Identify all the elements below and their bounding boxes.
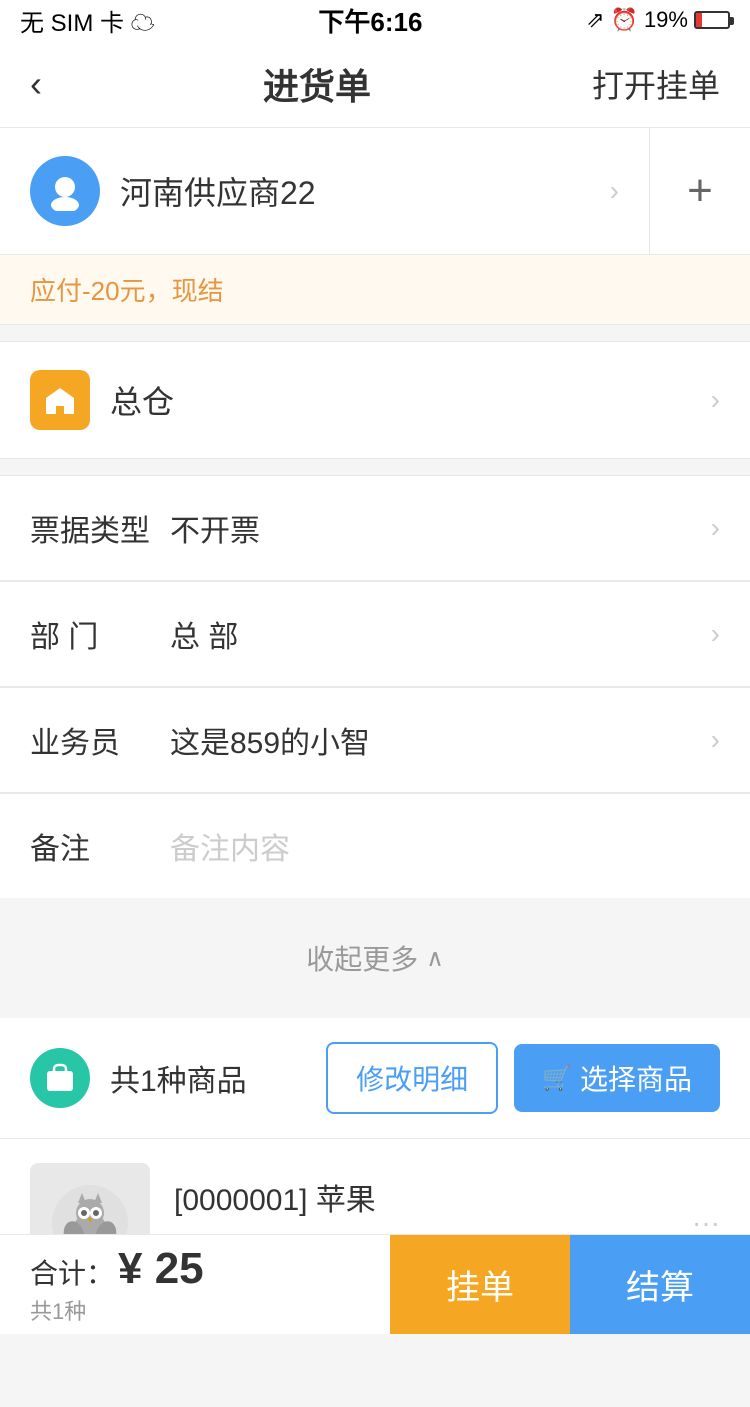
department-value: 总 部 <box>170 612 711 656</box>
status-right: ⇗ ⏰ 19% <box>586 7 730 33</box>
salesman-label: 业务员 <box>30 718 170 762</box>
status-time: 下午6:16 <box>318 2 422 39</box>
chevron-up-icon: ∧ <box>426 944 444 973</box>
remark-label: 备注 <box>30 824 170 868</box>
product-header: 共1种商品 修改明细 🛒 选择商品 <box>0 1018 750 1139</box>
chevron-right-icon: › <box>711 724 720 756</box>
collapse-button[interactable]: 收起更多 ∧ <box>0 914 750 1002</box>
remark-input[interactable]: 备注内容 <box>170 824 720 868</box>
chevron-right-icon: › <box>610 175 619 207</box>
warehouse-name: 总仓 <box>110 377 711 423</box>
product-count: 共1种商品 <box>110 1056 326 1100</box>
back-button[interactable]: ‹ <box>30 63 42 105</box>
product-name: [0000001] 苹果 <box>174 1175 692 1219</box>
chevron-right-icon: › <box>711 618 720 650</box>
total-section: 合计： ¥ 25 共1种 <box>0 1244 390 1326</box>
bottom-bar: 合计： ¥ 25 共1种 挂单 结算 <box>0 1234 750 1334</box>
checkout-button[interactable]: 结算 <box>570 1235 750 1334</box>
status-bar: 无 SIM 卡 ☁ 下午6:16 ⇗ ⏰ 19% <box>0 0 750 40</box>
open-hang-button[interactable]: 打开挂单 <box>592 61 720 107</box>
cart-icon: 🛒 <box>542 1064 572 1093</box>
nav-bar: ‹ 进货单 打开挂单 <box>0 40 750 128</box>
hang-order-button[interactable]: 挂单 <box>390 1235 570 1334</box>
form-section: 票据类型 不开票 › 部 门 总 部 › 业务员 这是859的小智 › 备注 备… <box>0 475 750 898</box>
select-product-button[interactable]: 🛒 选择商品 <box>514 1044 720 1112</box>
notice-banner: 应付-20元，现结 <box>0 255 750 325</box>
battery-icon <box>694 11 730 29</box>
collapse-label: 收起更多 <box>306 938 418 978</box>
page-title: 进货单 <box>263 58 371 110</box>
battery-level: 19% <box>644 7 688 33</box>
chevron-right-icon: › <box>711 512 720 544</box>
salesman-row[interactable]: 业务员 这是859的小智 › <box>0 687 750 793</box>
total-sub: 共1种 <box>30 1294 360 1326</box>
chevron-right-icon: › <box>711 384 720 416</box>
supplier-section: 河南供应商22 › + <box>0 128 750 255</box>
supplier-selector[interactable]: 河南供应商22 › <box>0 128 650 254</box>
invoice-type-value: 不开票 <box>170 506 711 550</box>
department-label: 部 门 <box>30 612 170 656</box>
alarm-icon: ⏰ <box>611 7 638 33</box>
notice-text: 应付-20元，现结 <box>30 276 224 306</box>
invoice-type-row[interactable]: 票据类型 不开票 › <box>0 475 750 581</box>
sim-status: 无 SIM 卡 ☁ <box>20 3 155 38</box>
edit-details-button[interactable]: 修改明细 <box>326 1042 498 1114</box>
salesman-value: 这是859的小智 <box>170 718 711 762</box>
warehouse-icon <box>30 370 90 430</box>
product-icon <box>30 1048 90 1108</box>
add-supplier-button[interactable]: + <box>650 128 750 254</box>
supplier-name: 河南供应商22 <box>120 168 610 214</box>
remark-row[interactable]: 备注 备注内容 <box>0 793 750 898</box>
invoice-type-label: 票据类型 <box>30 506 170 550</box>
status-left: 无 SIM 卡 ☁ <box>20 3 155 38</box>
location-icon: ⇗ <box>586 7 604 33</box>
total-amount: ¥ 25 <box>118 1244 204 1294</box>
warehouse-selector[interactable]: 总仓 › <box>0 341 750 459</box>
total-label: 合计： <box>30 1252 114 1292</box>
supplier-avatar <box>30 156 100 226</box>
department-row[interactable]: 部 门 总 部 › <box>0 581 750 687</box>
